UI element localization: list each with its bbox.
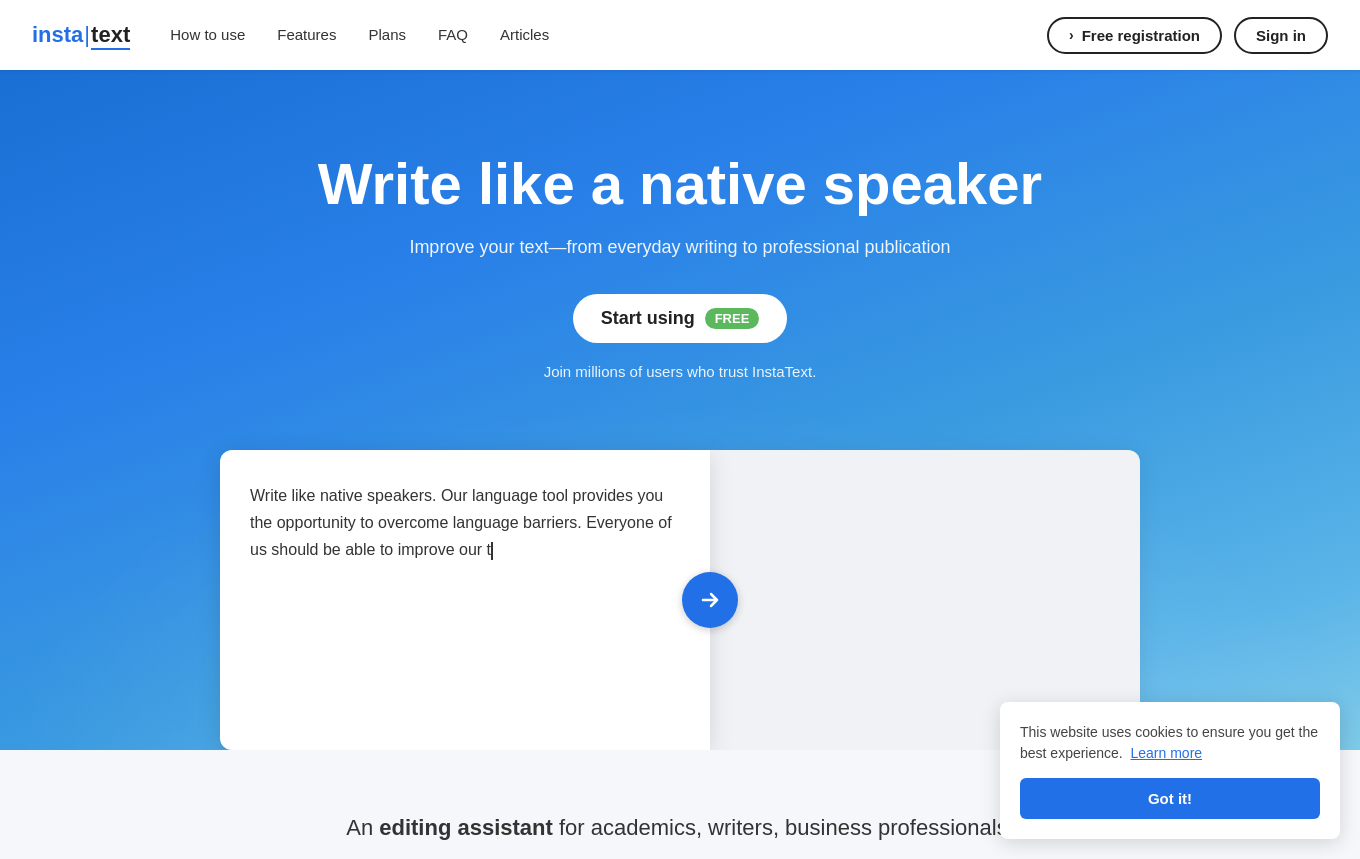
below-hero-line1: An editing assistant for academics, writ… — [230, 810, 1130, 845]
hero-subtitle: Improve your text—from everyday writing … — [409, 237, 950, 258]
free-reg-label: Free registration — [1082, 27, 1200, 44]
process-text-button[interactable] — [682, 572, 738, 628]
navbar: insta|text How to use Features Plans FAQ… — [0, 0, 1360, 70]
below-hero-line2: Improve readability, clarity, style, gra… — [230, 855, 1130, 859]
arrow-right-icon — [698, 588, 722, 612]
free-registration-button[interactable]: › Free registration — [1047, 17, 1222, 54]
nav-item-plans[interactable]: Plans — [368, 26, 406, 44]
nav-item-articles[interactable]: Articles — [500, 26, 549, 44]
nav-link-plans[interactable]: Plans — [368, 26, 406, 43]
navbar-left: insta|text How to use Features Plans FAQ… — [32, 22, 549, 48]
logo[interactable]: insta|text — [32, 22, 130, 48]
line1-prefix: An — [346, 815, 379, 840]
logo-text: text — [91, 22, 130, 48]
nav-links: How to use Features Plans FAQ Articles — [170, 26, 549, 44]
nav-item-faq[interactable]: FAQ — [438, 26, 468, 44]
nav-item-how-to-use[interactable]: How to use — [170, 26, 245, 44]
accept-cookies-button[interactable]: Got it! — [1020, 778, 1320, 819]
logo-insta: insta — [32, 22, 83, 48]
free-badge: FREE — [705, 308, 760, 329]
nav-link-articles[interactable]: Articles — [500, 26, 549, 43]
nav-item-features[interactable]: Features — [277, 26, 336, 44]
logo-pipe: | — [84, 22, 90, 48]
line1-suffix: for academics, writers, business profess… — [553, 815, 1014, 840]
nav-link-how-to-use[interactable]: How to use — [170, 26, 245, 43]
hero-section: Write like a native speaker Improve your… — [0, 70, 1360, 750]
nav-link-features[interactable]: Features — [277, 26, 336, 43]
editor-input-text: Write like native speakers. Our language… — [250, 487, 672, 558]
start-using-button[interactable]: Start using FREE — [573, 294, 788, 343]
chevron-right-icon: › — [1069, 27, 1074, 43]
trust-text: Join millions of users who trust InstaTe… — [544, 363, 817, 380]
editor-input[interactable]: Write like native speakers. Our language… — [220, 450, 710, 750]
nav-link-faq[interactable]: FAQ — [438, 26, 468, 43]
hero-title: Write like a native speaker — [318, 150, 1042, 217]
learn-more-link[interactable]: Learn more — [1131, 745, 1203, 761]
navbar-right: › Free registration Sign in — [1047, 17, 1328, 54]
line1-bold: editing assistant — [379, 815, 553, 840]
cookie-message: This website uses cookies to ensure you … — [1020, 722, 1320, 764]
text-cursor — [491, 542, 493, 560]
sign-in-button[interactable]: Sign in — [1234, 17, 1328, 54]
cookie-banner: This website uses cookies to ensure you … — [1000, 702, 1340, 839]
start-using-label: Start using — [601, 308, 695, 329]
